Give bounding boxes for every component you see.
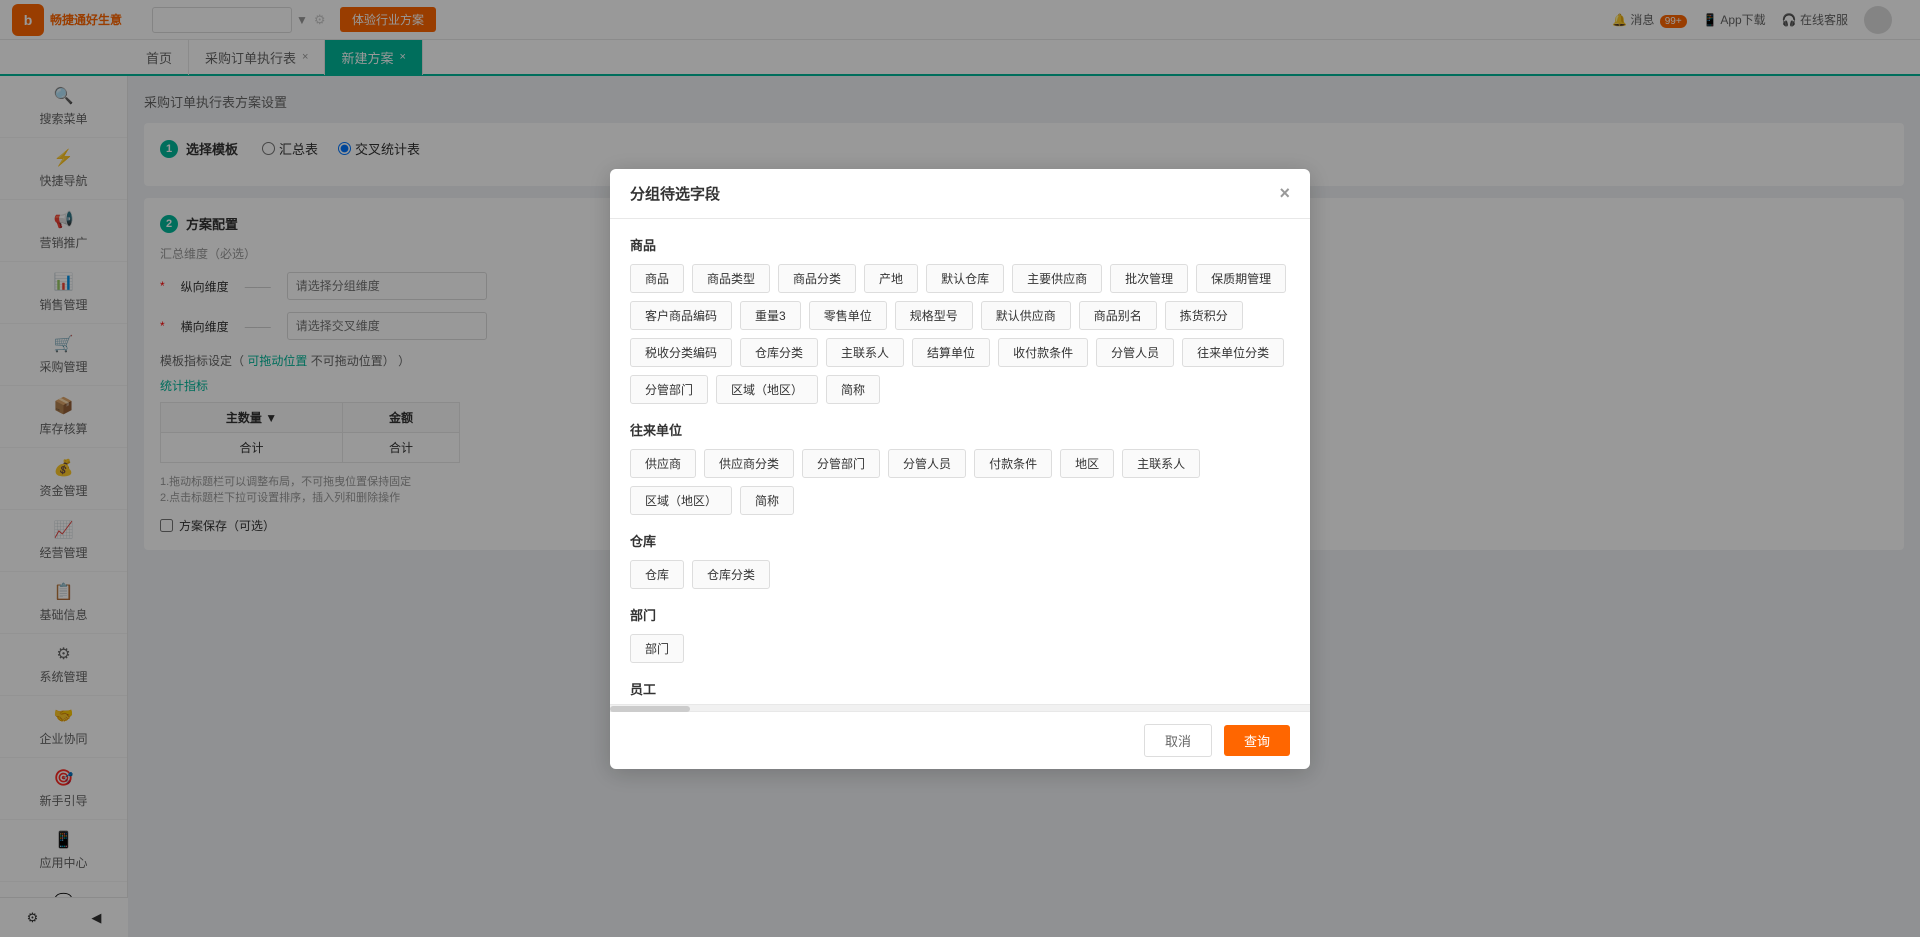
field-tag-0-12[interactable]: 默认供应商 [981, 301, 1071, 330]
field-tag-0-11[interactable]: 规格型号 [895, 301, 973, 330]
modal-footer: 取消 查询 [610, 711, 1310, 769]
field-tag-2-1[interactable]: 仓库分类 [692, 560, 770, 589]
field-tag-1-0[interactable]: 供应商 [630, 449, 696, 478]
field-tag-0-9[interactable]: 重量3 [740, 301, 801, 330]
field-tag-0-21[interactable]: 往来单位分类 [1182, 338, 1284, 367]
field-group-tags-0: 商品商品类型商品分类产地默认仓库主要供应商批次管理保质期管理客户商品编码重量3 零… [630, 264, 1290, 404]
field-tag-1-5[interactable]: 地区 [1060, 449, 1114, 478]
modal-scroll-x[interactable] [610, 704, 1310, 711]
field-tag-1-3[interactable]: 分管人员 [888, 449, 966, 478]
field-group-title-0: 商品 [630, 235, 1290, 254]
field-tag-0-17[interactable]: 主联系人 [826, 338, 904, 367]
modal: 分组待选字段 × 商品商品商品类型商品分类产地默认仓库主要供应商批次管理保质期管… [610, 169, 1310, 769]
field-tag-1-8[interactable]: 简称 [740, 486, 794, 515]
field-tag-2-0[interactable]: 仓库 [630, 560, 684, 589]
field-tag-0-6[interactable]: 批次管理 [1110, 264, 1188, 293]
field-group-tags-2: 仓库仓库分类 [630, 560, 1290, 589]
confirm-button[interactable]: 查询 [1224, 725, 1290, 756]
field-tag-0-16[interactable]: 仓库分类 [740, 338, 818, 367]
modal-header: 分组待选字段 × [610, 169, 1310, 219]
field-tag-0-24[interactable]: 简称 [826, 375, 880, 404]
field-tag-0-14[interactable]: 拣货积分 [1165, 301, 1243, 330]
cancel-button[interactable]: 取消 [1144, 724, 1212, 757]
field-tag-0-20[interactable]: 分管人员 [1096, 338, 1174, 367]
field-tag-0-4[interactable]: 默认仓库 [926, 264, 1004, 293]
field-group-title-4: 员工 [630, 679, 1290, 698]
field-tag-0-23[interactable]: 区域（地区） [716, 375, 818, 404]
field-tag-0-3[interactable]: 产地 [864, 264, 918, 293]
field-group-tags-1: 供应商供应商分类分管部门分管人员付款条件地区主联系人区域（地区） 简称 [630, 449, 1290, 515]
field-tag-0-8[interactable]: 客户商品编码 [630, 301, 732, 330]
field-tag-1-2[interactable]: 分管部门 [802, 449, 880, 478]
field-tag-0-10[interactable]: 零售单位 [809, 301, 887, 330]
field-tag-0-15[interactable]: 税收分类编码 [630, 338, 732, 367]
field-tag-0-5[interactable]: 主要供应商 [1012, 264, 1102, 293]
modal-title: 分组待选字段 [630, 183, 720, 204]
field-group-title-2: 仓库 [630, 531, 1290, 550]
field-tag-0-1[interactable]: 商品类型 [692, 264, 770, 293]
modal-close-button[interactable]: × [1279, 183, 1290, 204]
field-group-title-1: 往来单位 [630, 420, 1290, 439]
field-tag-0-22[interactable]: 分管部门 [630, 375, 708, 404]
field-tag-1-4[interactable]: 付款条件 [974, 449, 1052, 478]
modal-scroll-thumb [610, 706, 690, 712]
field-tag-0-2[interactable]: 商品分类 [778, 264, 856, 293]
field-tag-1-1[interactable]: 供应商分类 [704, 449, 794, 478]
field-tag-0-19[interactable]: 收付款条件 [998, 338, 1088, 367]
field-tag-0-0[interactable]: 商品 [630, 264, 684, 293]
field-tag-3-0[interactable]: 部门 [630, 634, 684, 663]
field-tag-0-7[interactable]: 保质期管理 [1196, 264, 1286, 293]
modal-overlay: 分组待选字段 × 商品商品商品类型商品分类产地默认仓库主要供应商批次管理保质期管… [0, 0, 1920, 937]
field-tag-0-18[interactable]: 结算单位 [912, 338, 990, 367]
field-tag-0-13[interactable]: 商品别名 [1079, 301, 1157, 330]
field-group-title-3: 部门 [630, 605, 1290, 624]
field-tag-1-7[interactable]: 区域（地区） [630, 486, 732, 515]
modal-body: 商品商品商品类型商品分类产地默认仓库主要供应商批次管理保质期管理客户商品编码重量… [610, 219, 1310, 704]
field-tag-1-6[interactable]: 主联系人 [1122, 449, 1200, 478]
field-group-tags-3: 部门 [630, 634, 1290, 663]
